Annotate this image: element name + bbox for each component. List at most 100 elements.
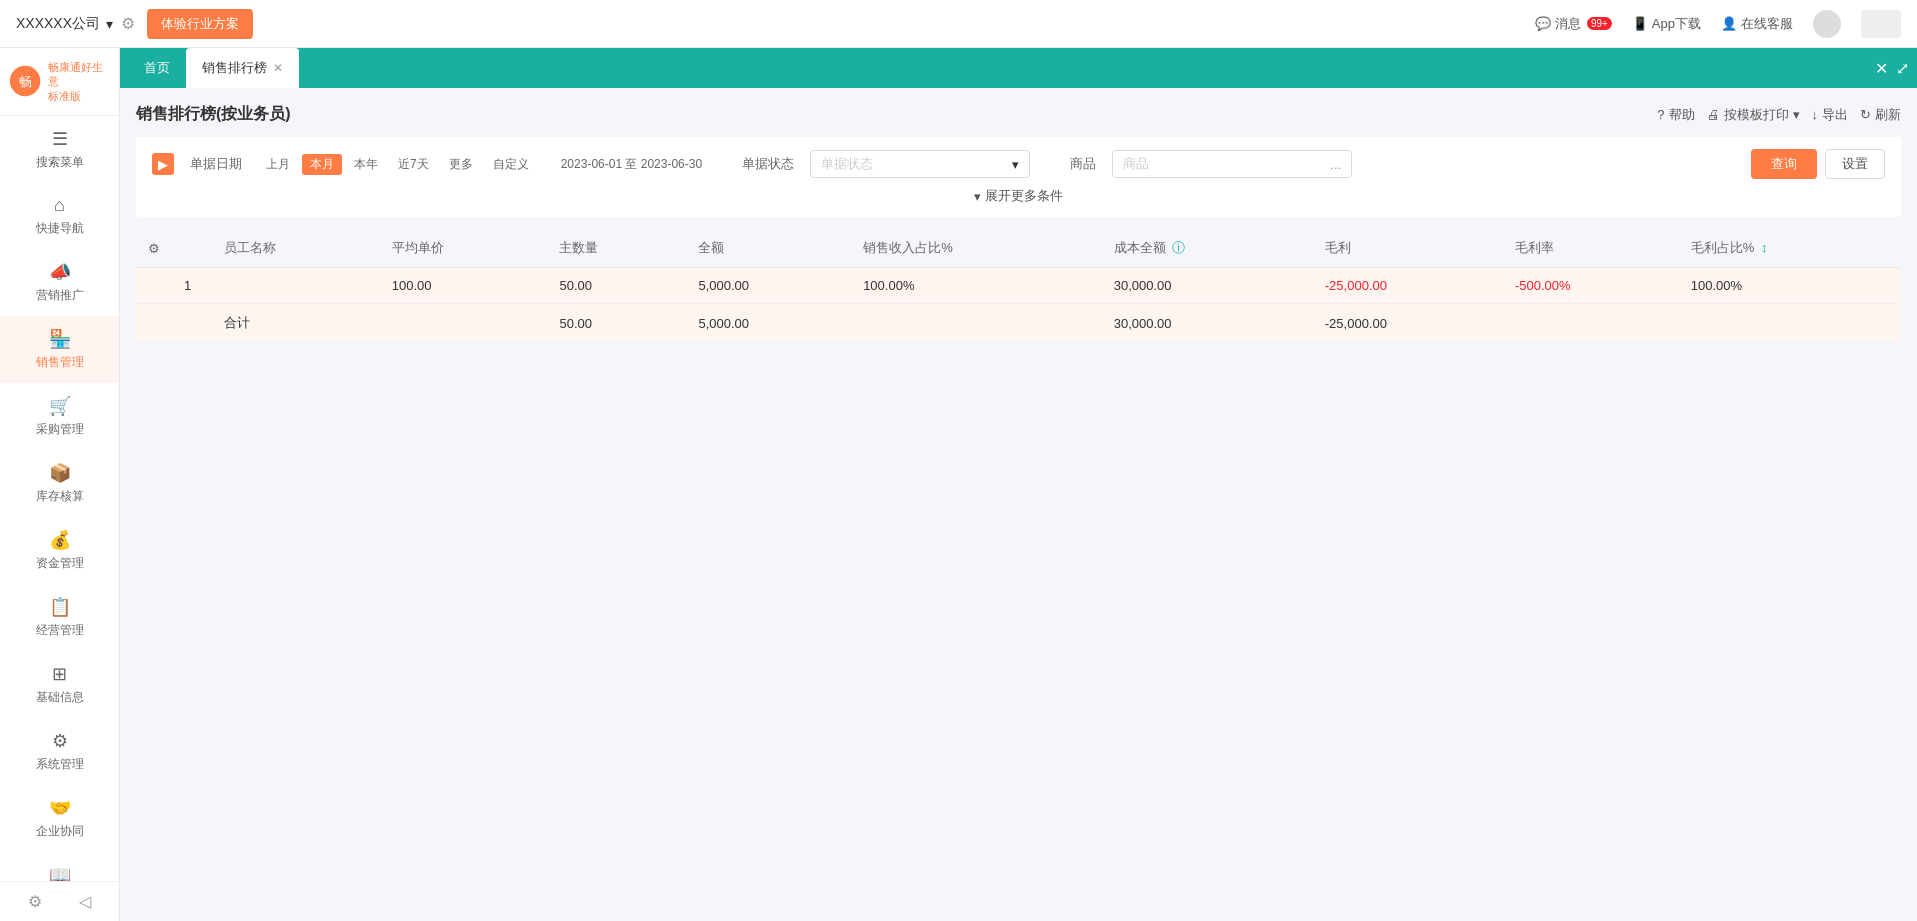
footer-settings: [136, 304, 172, 343]
template-print-button[interactable]: 🖨 按模板打印 ▾: [1707, 106, 1800, 124]
table-header-row: ⚙ 员工名称 平均单价 主数量 全额 销售收入占比% 成本全额 ⓘ: [136, 229, 1901, 268]
col-avg-price: 平均单价: [380, 229, 548, 268]
refresh-label: 刷新: [1875, 106, 1901, 124]
sidebar-item-operations[interactable]: 📋 经营管理: [0, 584, 119, 651]
sidebar-item-marketing[interactable]: 📣 营销推广: [0, 249, 119, 316]
query-button[interactable]: 查询: [1751, 149, 1817, 179]
app-download-button[interactable]: 📱 App下载: [1632, 15, 1701, 33]
sidebar-item-search[interactable]: ☰ 搜索菜单: [0, 116, 119, 183]
expand-more-button[interactable]: ▾ 展开更多条件: [152, 187, 1885, 205]
table-footer-row: 合计 50.00 5,000.00 30,000.00 -25,000.00: [136, 304, 1901, 343]
col-rank: [172, 229, 212, 268]
sidebar-logo: 畅 畅康通好生意 标准版: [0, 48, 119, 116]
enterprise-icon: 🤝: [49, 797, 71, 819]
message-badge: 99+: [1587, 17, 1612, 30]
company-name: XXXXXX公司: [16, 15, 100, 33]
sidebar-item-sales[interactable]: 🏪 销售管理: [0, 316, 119, 383]
status-select[interactable]: 单据状态 ▾: [810, 150, 1030, 178]
footer-gross-rate: [1503, 304, 1679, 343]
row-sales-pct: 100.00%: [851, 268, 1102, 304]
expand-chevron-icon: ▾: [974, 189, 981, 204]
sidebar-collapse-button[interactable]: ◁: [79, 892, 91, 911]
sidebar-item-label: 营销推广: [36, 287, 84, 304]
home-icon: ⌂: [54, 195, 65, 216]
date-tab-more[interactable]: 更多: [441, 154, 481, 175]
page-header: 销售排行榜(按业务员) ? 帮助 🖨 按模板打印 ▾ ↓: [136, 104, 1901, 125]
page-title: 销售排行榜(按业务员): [136, 104, 291, 125]
tab-close-icon[interactable]: ✕: [273, 61, 283, 75]
tab-sales-rank-label: 销售排行榜: [202, 59, 267, 77]
logo-icon: 畅: [8, 63, 42, 99]
col-cost: 成本全额 ⓘ: [1102, 229, 1313, 268]
logo-text: 畅康通好生意 标准版: [48, 60, 111, 103]
export-icon: ↓: [1812, 107, 1819, 122]
print-chevron-icon: ▾: [1793, 107, 1800, 122]
app-download-label: App下载: [1652, 15, 1701, 33]
sidebar-item-system[interactable]: ⚙ 系统管理: [0, 718, 119, 785]
footer-gross-pct: [1679, 304, 1901, 343]
refresh-button[interactable]: ↻ 刷新: [1860, 106, 1901, 124]
date-tab-7days[interactable]: 近7天: [390, 154, 437, 175]
system-icon: ⚙: [52, 730, 68, 752]
export-label: 导出: [1822, 106, 1848, 124]
cost-info-icon[interactable]: ⓘ: [1172, 240, 1185, 255]
table-row[interactable]: 1 100.00 50.00 5,000.00 100.00% 30,000.0…: [136, 268, 1901, 304]
tab-sales-rank[interactable]: 销售排行榜 ✕: [186, 48, 299, 88]
online-service-button[interactable]: 👤 在线客服: [1721, 15, 1793, 33]
footer-sales-pct: [851, 304, 1102, 343]
message-icon: 💬: [1535, 16, 1551, 31]
tab-bar: 首页 销售排行榜 ✕ ✕ ⤢: [120, 48, 1917, 88]
filter-expand-arrow[interactable]: ▶: [152, 153, 174, 175]
purchase-icon: 🛒: [49, 395, 71, 417]
row-gross-pct: 100.00%: [1679, 268, 1901, 304]
sidebar-item-label: 库存核算: [36, 488, 84, 505]
guide-icon: 📖: [49, 864, 71, 881]
sidebar-item-enterprise[interactable]: 🤝 企业协同: [0, 785, 119, 852]
sidebar-item-purchase[interactable]: 🛒 采购管理: [0, 383, 119, 450]
setting-button[interactable]: 设置: [1825, 149, 1885, 179]
sidebar-nav: ☰ 搜索菜单 ⌂ 快捷导航 📣 营销推广 🏪 销售管理 🛒 采购管理: [0, 116, 119, 881]
goods-placeholder: 商品: [1123, 155, 1149, 173]
date-tab-prev[interactable]: 上月: [258, 154, 298, 175]
refresh-icon: ↻: [1860, 107, 1871, 122]
message-button[interactable]: 💬 消息 99+: [1535, 15, 1612, 33]
avatar[interactable]: [1813, 10, 1841, 38]
sidebar-item-label: 资金管理: [36, 555, 84, 572]
marketing-icon: 📣: [49, 261, 71, 283]
sidebar-item-label: 系统管理: [36, 756, 84, 773]
svg-text:畅: 畅: [19, 74, 32, 89]
settings-icon[interactable]: ⚙: [121, 14, 135, 33]
template-print-label: 按模板打印: [1724, 106, 1789, 124]
sidebar-item-shortcut[interactable]: ⌂ 快捷导航: [0, 183, 119, 249]
row-avg-price: 100.00: [380, 268, 548, 304]
tab-bar-close-button[interactable]: ✕: [1875, 59, 1888, 78]
tab-home-label: 首页: [144, 59, 170, 77]
company-selector[interactable]: XXXXXX公司 ▾: [16, 15, 113, 33]
sidebar-settings-button[interactable]: ⚙: [28, 892, 42, 911]
goods-input[interactable]: 商品 ...: [1112, 150, 1352, 178]
tab-bar-expand-button[interactable]: ⤢: [1896, 59, 1909, 78]
date-tab-year[interactable]: 本年: [346, 154, 386, 175]
sidebar-item-finance[interactable]: 💰 资金管理: [0, 517, 119, 584]
col-settings[interactable]: ⚙: [136, 229, 172, 268]
row-settings: [136, 268, 172, 304]
goods-label: 商品: [1070, 155, 1096, 173]
col-amount: 全额: [686, 229, 851, 268]
sidebar-bottom: ⚙ ◁: [0, 881, 119, 921]
date-tab-cur[interactable]: 本月: [302, 154, 342, 175]
sidebar-item-label: 企业协同: [36, 823, 84, 840]
date-range: 2023-06-01 至 2023-06-30: [561, 156, 702, 173]
export-button[interactable]: ↓ 导出: [1812, 106, 1849, 124]
gross-pct-info-icon[interactable]: ↕: [1761, 240, 1768, 255]
status-chevron-icon: ▾: [1012, 157, 1019, 172]
tab-home[interactable]: 首页: [128, 48, 186, 88]
sidebar-item-label: 基础信息: [36, 689, 84, 706]
footer-main-qty: 50.00: [547, 304, 686, 343]
help-label: 帮助: [1669, 106, 1695, 124]
trial-button[interactable]: 体验行业方案: [147, 9, 253, 39]
sidebar-item-inventory[interactable]: 📦 库存核算: [0, 450, 119, 517]
date-tab-custom[interactable]: 自定义: [485, 154, 537, 175]
sidebar-item-guide[interactable]: 📖 新手引导: [0, 852, 119, 881]
sidebar-item-basic[interactable]: ⊞ 基础信息: [0, 651, 119, 718]
help-button[interactable]: ? 帮助: [1657, 106, 1694, 124]
